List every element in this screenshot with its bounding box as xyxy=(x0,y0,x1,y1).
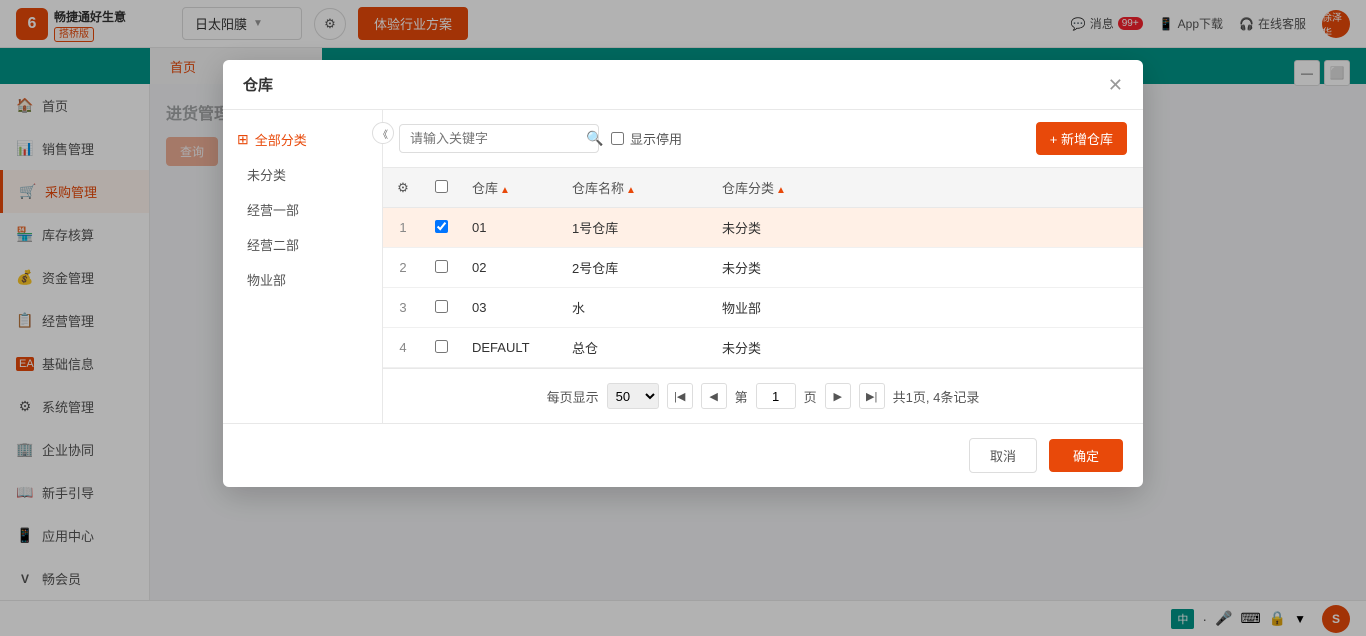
confirm-button[interactable]: 确定 xyxy=(1049,439,1123,472)
select-all-checkbox[interactable] xyxy=(435,180,448,193)
sort-name-icon: ▲ xyxy=(626,185,636,196)
th-name: 仓库名称▲ xyxy=(560,168,710,208)
category-item-ops2[interactable]: 经营二部 xyxy=(223,227,382,262)
modal-overlay: 仓库 ✕ 《 ⊞ 全部分类 未分类 经营一部 经营二部 xyxy=(0,0,1366,636)
modal-footer: 取消 确定 xyxy=(223,423,1143,487)
row-name: 2号仓库 xyxy=(560,248,710,288)
modal-title: 仓库 xyxy=(243,74,273,95)
table-row[interactable]: 3 03 水 物业部 xyxy=(383,288,1143,328)
gear-col-icon: ⚙ xyxy=(397,180,409,195)
row-num: 1 xyxy=(383,208,423,248)
category-item-unclassified[interactable]: 未分类 xyxy=(223,157,382,192)
cancel-button[interactable]: 取消 xyxy=(969,438,1037,473)
table-row[interactable]: 1 01 1号仓库 未分类 xyxy=(383,208,1143,248)
row-name: 总仓 xyxy=(560,328,710,368)
th-checkbox xyxy=(423,168,460,208)
warehouse-modal: 仓库 ✕ 《 ⊞ 全部分类 未分类 经营一部 经营二部 xyxy=(223,60,1143,487)
right-toolbar: 🔍 显示停用 + 新增仓库 xyxy=(383,110,1143,168)
row-code: DEFAULT xyxy=(460,328,560,368)
row-num: 2 xyxy=(383,248,423,288)
sort-cat-icon: ▲ xyxy=(776,185,786,196)
row-num: 3 xyxy=(383,288,423,328)
add-warehouse-button[interactable]: + 新增仓库 xyxy=(1036,122,1127,155)
modal-body: 《 ⊞ 全部分类 未分类 经营一部 经营二部 物业部 xyxy=(223,110,1143,423)
table-header-row: ⚙ 仓库▲ 仓库名称▲ xyxy=(383,168,1143,208)
row-checkbox[interactable] xyxy=(423,328,460,368)
table-row[interactable]: 4 DEFAULT 总仓 未分类 xyxy=(383,328,1143,368)
page-last-button[interactable]: ▶| xyxy=(859,383,885,409)
warehouse-table-container: ⚙ 仓库▲ 仓库名称▲ xyxy=(383,168,1143,368)
page-prev-button[interactable]: ◀ xyxy=(701,383,727,409)
row-code: 02 xyxy=(460,248,560,288)
table-row[interactable]: 2 02 2号仓库 未分类 xyxy=(383,248,1143,288)
row-category: 未分类 xyxy=(710,328,1143,368)
row-checkbox[interactable] xyxy=(423,208,460,248)
collapse-button[interactable]: 《 xyxy=(372,122,394,144)
pagination: 每页显示 50 20 100 |◀ ◀ 第 页 ▶ ▶| 共1页, 4条记录 xyxy=(383,368,1143,423)
row-name: 1号仓库 xyxy=(560,208,710,248)
row-checkbox[interactable] xyxy=(423,288,460,328)
right-panel: 🔍 显示停用 + 新增仓库 ⚙ xyxy=(383,110,1143,423)
page-next-button[interactable]: ▶ xyxy=(825,383,851,409)
search-icon[interactable]: 🔍 xyxy=(586,130,603,147)
row-code: 01 xyxy=(460,208,560,248)
per-page-select[interactable]: 50 20 100 xyxy=(607,383,659,409)
search-box[interactable]: 🔍 xyxy=(399,124,599,153)
row-category: 未分类 xyxy=(710,208,1143,248)
show-disabled-checkbox[interactable] xyxy=(611,132,624,145)
page-first-button[interactable]: |◀ xyxy=(667,383,693,409)
row-category: 未分类 xyxy=(710,248,1143,288)
search-input[interactable] xyxy=(410,131,586,146)
category-item-property[interactable]: 物业部 xyxy=(223,262,382,297)
row-category: 物业部 xyxy=(710,288,1143,328)
row-name: 水 xyxy=(560,288,710,328)
category-panel: 《 ⊞ 全部分类 未分类 经营一部 经营二部 物业部 xyxy=(223,110,383,423)
modal-header: 仓库 ✕ xyxy=(223,60,1143,110)
warehouse-table: ⚙ 仓库▲ 仓库名称▲ xyxy=(383,168,1143,368)
modal-close-button[interactable]: ✕ xyxy=(1108,76,1123,94)
row-num: 4 xyxy=(383,328,423,368)
category-item-ops1[interactable]: 经营一部 xyxy=(223,192,382,227)
th-category: 仓库分类▲ xyxy=(710,168,1143,208)
grid-icon: ⊞ xyxy=(237,131,249,148)
row-checkbox[interactable] xyxy=(423,248,460,288)
category-all[interactable]: ⊞ 全部分类 xyxy=(223,122,382,157)
page-number-input[interactable] xyxy=(756,383,796,409)
th-gear: ⚙ xyxy=(383,168,423,208)
show-disabled-label[interactable]: 显示停用 xyxy=(611,129,682,148)
sort-code-icon: ▲ xyxy=(500,185,510,196)
th-code: 仓库▲ xyxy=(460,168,560,208)
row-code: 03 xyxy=(460,288,560,328)
